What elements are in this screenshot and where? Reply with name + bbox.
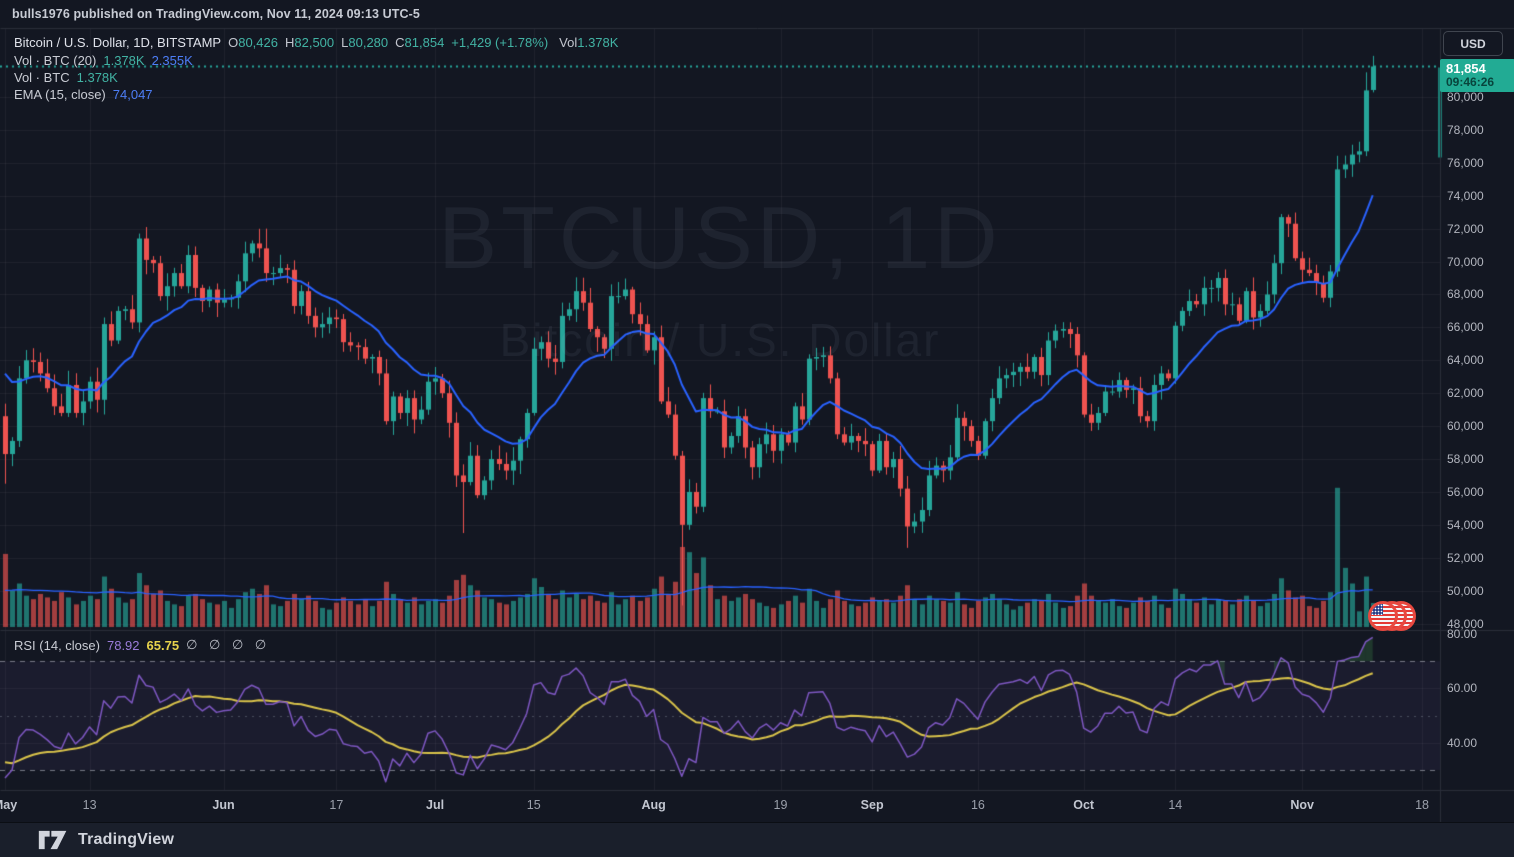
us-flag-circle-front xyxy=(1368,601,1398,631)
volume-current: 1.378K xyxy=(76,69,118,85)
price-tick-label: 54,000 xyxy=(1447,517,1484,532)
time-tick-label: 19 xyxy=(773,798,788,812)
rsi-ma-value: 65.75 xyxy=(146,637,180,653)
time-tick-label: Sep xyxy=(860,798,884,812)
price-tick-label: 58,000 xyxy=(1447,452,1484,466)
tradingview-logo-icon[interactable] xyxy=(38,829,68,851)
price-axis[interactable]: 80,000 78,000 76,000 74,000 72,000 70,000 68,0… xyxy=(1440,28,1514,790)
us-flag-marker-icon[interactable] xyxy=(1368,601,1420,633)
last-price-value: 81,854 xyxy=(1446,61,1486,76)
time-axis[interactable]: May 13 Jun 17 Jul 15 Aug 19 Sep 16 Oct 14 Nov 18 xyxy=(0,790,1514,822)
ema-value: 74,047 xyxy=(112,86,153,102)
time-tick-label: 14 xyxy=(1168,798,1183,812)
price-tick-label: 62,000 xyxy=(1447,386,1484,401)
volume-ma-average: 2.355K xyxy=(151,52,193,68)
price-tick-label: 56,000 xyxy=(1447,484,1484,499)
volume-name: Vol · BTC xyxy=(14,69,70,85)
volume-ma-current: 1.378K xyxy=(103,52,145,68)
legend-ema-row[interactable]: EMA (15, close) 74,047 xyxy=(14,86,153,102)
rsi-tick-label: 60.00 xyxy=(1447,681,1478,696)
time-tick-label: Nov xyxy=(1290,798,1314,812)
tradingview-brand-text[interactable]: TradingView xyxy=(78,831,174,849)
rsi-empty-slots: ∅ ∅ ∅ ∅ xyxy=(186,637,271,652)
time-tick-label: Oct xyxy=(1073,798,1095,812)
time-tick-label: May xyxy=(0,798,18,812)
rsi-name: RSI (14, close) xyxy=(14,637,100,653)
last-price-badge: 81,854 09:46:26 xyxy=(1440,59,1514,92)
footer-brand-bar: TradingView xyxy=(0,822,1514,857)
rsi-tick-label: 40.00 xyxy=(1447,735,1478,750)
legend-rsi-row[interactable]: RSI (14, close) 78.92 65.75 ∅ ∅ ∅ ∅ xyxy=(14,637,270,653)
open-label: O xyxy=(228,34,239,50)
vol-label: Vol xyxy=(559,34,578,50)
price-tick-label: 70,000 xyxy=(1447,254,1484,269)
time-tick-label: 18 xyxy=(1415,798,1429,812)
price-tick-label: 74,000 xyxy=(1447,188,1484,203)
time-tick-label: Aug xyxy=(641,798,666,812)
price-tick-label: 80,000 xyxy=(1447,90,1484,104)
legend-volume-row[interactable]: Vol · BTC 1.378K xyxy=(14,69,118,85)
open-value: 80,426 xyxy=(238,34,278,50)
time-tick-label: 13 xyxy=(82,798,97,812)
price-tick-label: 68,000 xyxy=(1447,287,1484,302)
legend-volume-ma-row[interactable]: Vol · BTC (20) 1.378K 2.355K xyxy=(14,52,193,68)
price-tick-label: 66,000 xyxy=(1447,320,1484,335)
time-tick-label: 15 xyxy=(526,798,541,812)
time-tick-label: 16 xyxy=(970,798,985,812)
price-tick-label: 60,000 xyxy=(1447,419,1484,434)
low-value: 80,280 xyxy=(348,34,389,50)
rsi-value: 78.92 xyxy=(106,637,140,653)
time-tick-label: Jul xyxy=(426,798,445,812)
high-value: 82,500 xyxy=(294,34,335,50)
publish-info-text: bulls1976 published on TradingView.com, … xyxy=(12,7,420,21)
tradingview-published-chart: bulls1976 published on TradingView.com, … xyxy=(0,0,1514,857)
symbol-title: Bitcoin / U.S. Dollar, 1D, BITSTAMP xyxy=(14,34,222,50)
price-tick-label: 52,000 xyxy=(1447,550,1484,565)
price-tick-label: 50,000 xyxy=(1447,583,1484,598)
price-tick-label: 78,000 xyxy=(1447,122,1484,137)
change-value: +1,429 (+1.78%) xyxy=(451,34,549,50)
price-tick-label: 64,000 xyxy=(1447,353,1484,368)
price-tick-label: 72,000 xyxy=(1447,221,1484,236)
vol-value: 1.378K xyxy=(577,34,619,50)
ema-name: EMA (15, close) xyxy=(14,86,106,102)
volume-ma-name: Vol · BTC (20) xyxy=(14,52,97,68)
price-tick-label: 76,000 xyxy=(1447,155,1484,170)
price-chart-canvas[interactable] xyxy=(0,0,1514,857)
close-label: C xyxy=(395,34,405,50)
bar-close-countdown: 09:46:26 xyxy=(1446,75,1495,89)
high-label: H xyxy=(284,34,295,50)
rsi-tick-label: 80.00 xyxy=(1447,627,1478,641)
publish-info-bar: bulls1976 published on TradingView.com, … xyxy=(0,0,1514,28)
time-tick-label: 17 xyxy=(329,798,344,812)
legend-symbol-row[interactable]: Bitcoin / U.S. Dollar, 1D, BITSTAMP O80,… xyxy=(14,34,618,50)
close-value: 81,854 xyxy=(404,34,445,50)
time-tick-label: Jun xyxy=(212,798,235,812)
